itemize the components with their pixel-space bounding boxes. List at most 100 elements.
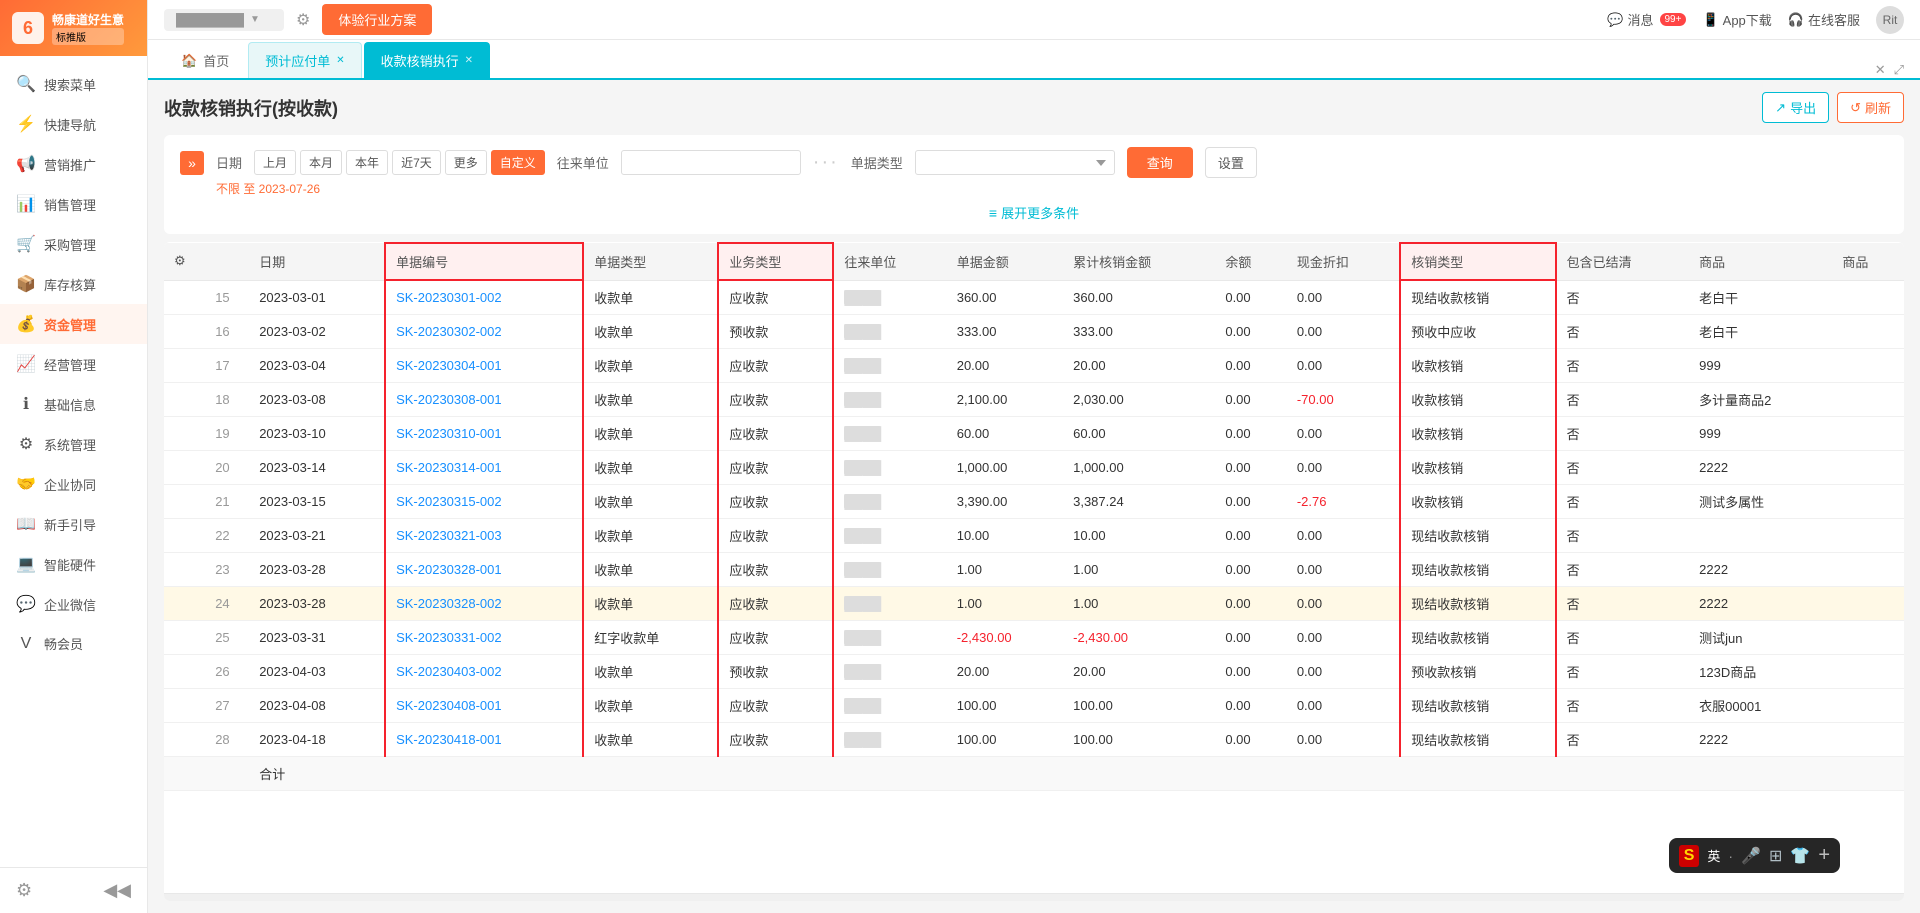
date-btn-this-month[interactable]: 本月 [300, 150, 342, 175]
col-header-product2: 商品 [1832, 243, 1904, 280]
message-btn[interactable]: 💬 消息 99+ [1607, 10, 1686, 29]
sidebar-item-经营管理[interactable]: 📈经营管理 [0, 344, 147, 384]
sidebar-item-畅会员[interactable]: V畅会员 [0, 624, 147, 663]
ime-grid-icon[interactable]: ⊞ [1769, 846, 1782, 866]
col-balance: 0.00 [1215, 315, 1286, 349]
date-btn-this-year[interactable]: 本年 [346, 150, 388, 175]
date-btn-custom[interactable]: 自定义 [491, 150, 545, 175]
sidebar-item-采购管理[interactable]: 🛒采购管理 [0, 224, 147, 264]
ime-mic-icon[interactable]: 🎤 [1741, 846, 1761, 866]
doc-link[interactable]: SK-20230304-001 [396, 358, 502, 373]
sidebar-item-库存核算[interactable]: 📦库存核算 [0, 264, 147, 304]
doc-link[interactable]: SK-20230328-001 [396, 562, 502, 577]
col-writeoff-type: 现结收款核销 [1400, 553, 1555, 587]
col-header-settings[interactable]: ⚙ [164, 243, 196, 280]
date-btn-more[interactable]: 更多 [445, 150, 487, 175]
doc-link[interactable]: SK-20230314-001 [396, 460, 502, 475]
doc-link[interactable]: SK-20230301-002 [396, 290, 502, 305]
table-wrapper[interactable]: ⚙ 日期 单据编号 单据类型 业务类型 往来单位 单据金额 累计核销金额 余额 … [164, 242, 1904, 893]
col-rownum: 20 [196, 451, 250, 485]
filter-expand-btn[interactable]: » [180, 151, 204, 175]
app-download-btn[interactable]: 📱 App下载 [1702, 10, 1771, 29]
col-include-settled: 否 [1556, 485, 1690, 519]
date-btn-last-month[interactable]: 上月 [254, 150, 296, 175]
col-product: 2222 [1689, 723, 1832, 757]
partner-input[interactable] [621, 150, 801, 175]
sidebar-item-新手引导[interactable]: 📖新手引导 [0, 504, 147, 544]
sidebar-item-搜索菜单[interactable]: 🔍搜索菜单 [0, 64, 147, 104]
doc-link[interactable]: SK-20230308-001 [396, 392, 502, 407]
query-button[interactable]: 查询 [1127, 147, 1193, 178]
sidebar-item-基础信息[interactable]: ℹ基础信息 [0, 384, 147, 424]
expand-more-conditions[interactable]: 展开更多条件 [180, 203, 1888, 222]
sidebar-item-智能硬件[interactable]: 💻智能硬件 [0, 544, 147, 584]
tab-collection-writeoff[interactable]: 收款核销执行 ✕ [364, 42, 490, 78]
sidebar-item-销售管理[interactable]: 📊销售管理 [0, 184, 147, 224]
sidebar-icon: ⚡ [16, 114, 36, 134]
refresh-button[interactable]: ↺ 刷新 [1837, 92, 1904, 123]
sidebar-item-营销推广[interactable]: 📢营销推广 [0, 144, 147, 184]
table-row: 20 2023-03-14 SK-20230314-001 收款单 应收款 ██… [164, 451, 1904, 485]
date-range-display: 不限 至 2023-07-26 [180, 180, 1888, 197]
col-cash-discount: 0.00 [1287, 280, 1400, 315]
col-product2 [1832, 417, 1904, 451]
doc-link[interactable]: SK-20230321-003 [396, 528, 502, 543]
ime-plus-icon[interactable]: + [1818, 844, 1830, 867]
col-doctype: 收款单 [583, 723, 718, 757]
sidebar-footer: ⚙ ◀◀ [0, 867, 147, 913]
topbar-gear-icon[interactable]: ⚙ [296, 10, 310, 30]
settings-button[interactable]: 设置 [1205, 147, 1257, 178]
export-button[interactable]: ↗ 导出 [1762, 92, 1829, 123]
tab-prepaid-payable[interactable]: 预计应付单 ✕ [248, 42, 361, 78]
tab-close-all-icon[interactable]: ✕ [1875, 62, 1886, 78]
doc-link[interactable]: SK-20230418-001 [396, 732, 502, 747]
tab-home[interactable]: 🏠 首页 [164, 42, 246, 78]
col-writeoff-type: 收款核销 [1400, 485, 1555, 519]
col-biztype: 应收款 [718, 689, 833, 723]
col-total-writeoff: 2,030.00 [1063, 383, 1215, 417]
tab-close-icon[interactable]: ✕ [336, 55, 344, 66]
settings-icon[interactable]: ⚙ [16, 880, 32, 901]
ime-shirt-icon[interactable]: 👕 [1790, 846, 1810, 866]
sidebar-item-系统管理[interactable]: ⚙系统管理 [0, 424, 147, 464]
collapse-icon[interactable]: ◀◀ [103, 880, 131, 901]
doc-link[interactable]: SK-20230328-002 [396, 596, 502, 611]
user-avatar[interactable]: Rit [1876, 6, 1904, 34]
tab-maximize-icon[interactable]: ⤢ [1894, 62, 1904, 78]
col-writeoff-type: 预收款核销 [1400, 655, 1555, 689]
sidebar-label: 快捷导航 [44, 115, 96, 134]
sidebar-item-企业协同[interactable]: 🤝企业协同 [0, 464, 147, 504]
tab-close-icon[interactable]: ✕ [465, 55, 473, 66]
company-selector[interactable]: ████████ ▼ [164, 9, 284, 31]
col-product: 测试jun [1689, 621, 1832, 655]
horizontal-scrollbar[interactable] [164, 893, 1904, 901]
col-header-include-settled: 包含已结清 [1556, 243, 1690, 280]
industry-btn[interactable]: 体验行业方案 [322, 4, 432, 35]
export-icon: ↗ [1775, 100, 1786, 116]
voucher-type-select[interactable] [915, 150, 1115, 175]
col-date: 2023-03-10 [249, 417, 385, 451]
sidebar-item-快捷导航[interactable]: ⚡ 快捷导航 [0, 104, 147, 144]
col-product2 [1832, 655, 1904, 689]
filter-more-dots: ··· [813, 151, 839, 174]
date-btn-7days[interactable]: 近7天 [392, 150, 441, 175]
col-docno: SK-20230328-002 [385, 587, 583, 621]
doc-link[interactable]: SK-20230403-002 [396, 664, 502, 679]
doc-link[interactable]: SK-20230315-002 [396, 494, 502, 509]
online-service-btn[interactable]: 🎧 在线客服 [1788, 10, 1860, 29]
doc-link[interactable]: SK-20230302-002 [396, 324, 502, 339]
doc-link[interactable]: SK-20230331-002 [396, 630, 502, 645]
sidebar-item-企业微信[interactable]: 💬企业微信 [0, 584, 147, 624]
sidebar-label: 系统管理 [44, 435, 96, 454]
table-row: 26 2023-04-03 SK-20230403-002 收款单 预收款 ██… [164, 655, 1904, 689]
col-doctype: 收款单 [583, 451, 718, 485]
col-partner: ████ [833, 723, 946, 757]
col-writeoff-type: 收款核销 [1400, 349, 1555, 383]
col-rownum: 25 [196, 621, 250, 655]
doc-link[interactable]: SK-20230310-001 [396, 426, 502, 441]
col-partner: ████ [833, 280, 946, 315]
sidebar-item-资金管理[interactable]: 💰资金管理 [0, 304, 147, 344]
col-total-writeoff: 1.00 [1063, 553, 1215, 587]
col-partner: ████ [833, 587, 946, 621]
doc-link[interactable]: SK-20230408-001 [396, 698, 502, 713]
